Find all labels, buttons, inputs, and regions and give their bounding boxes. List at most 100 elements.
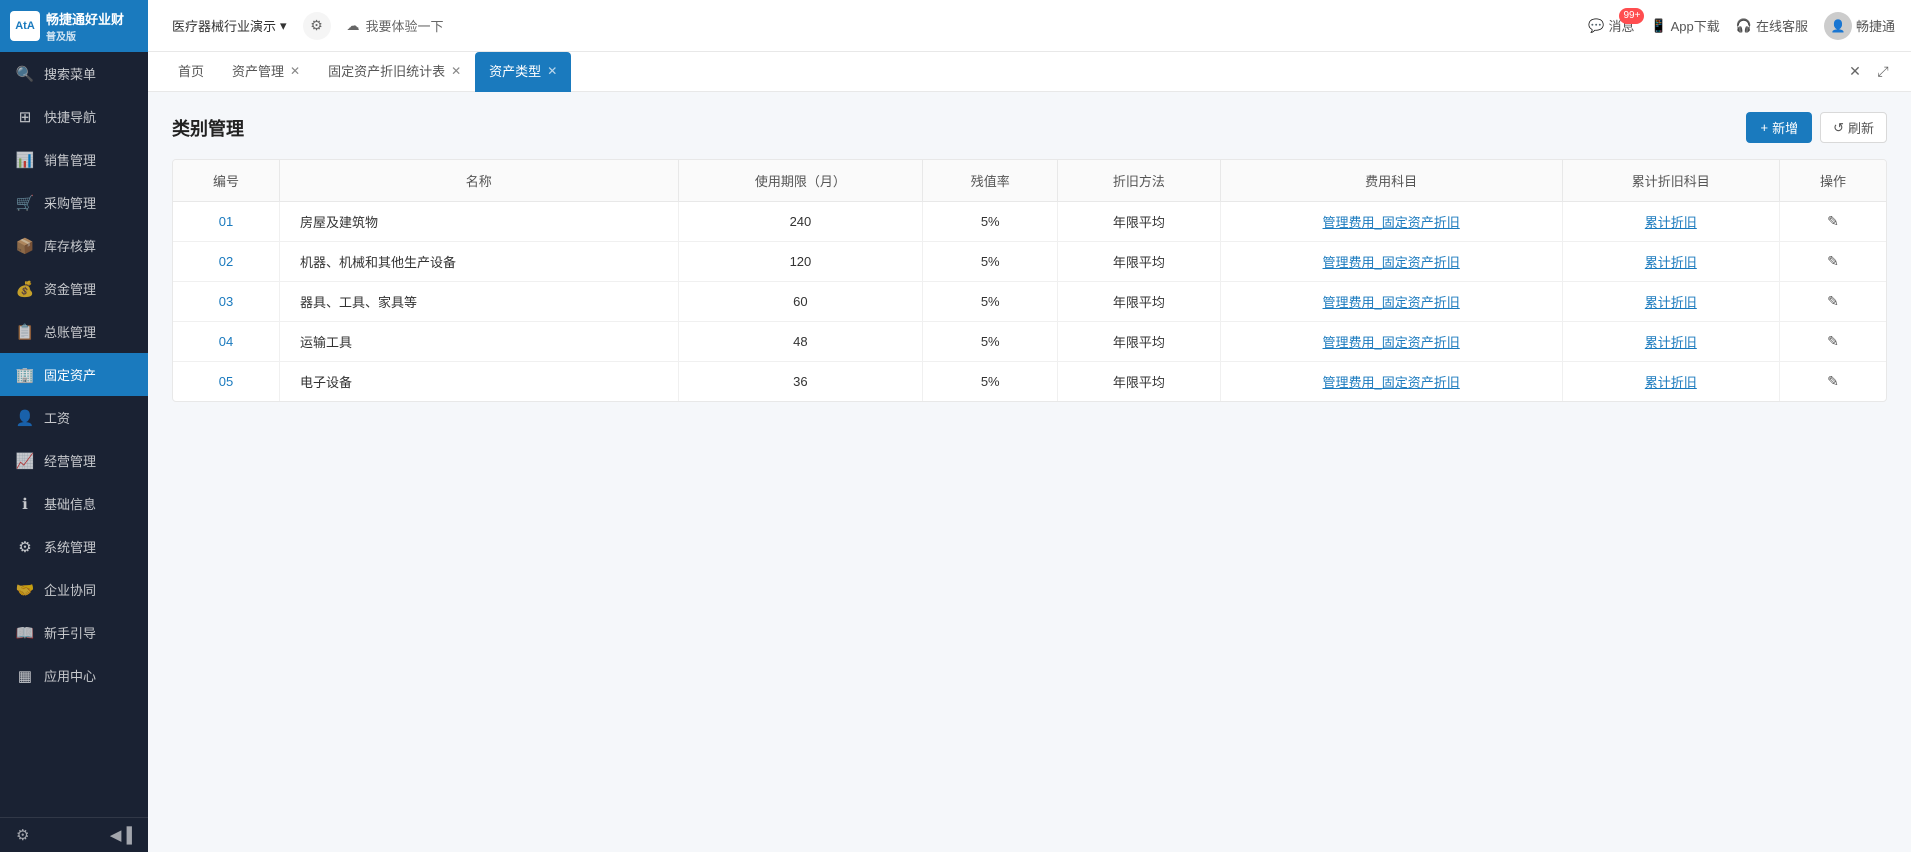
tab-label: 首页 — [178, 61, 204, 80]
cell-name: 运输工具 — [280, 322, 679, 362]
settings-gear-button[interactable]: ⚙ — [303, 12, 331, 40]
tab-expand-button[interactable]: ⤢ — [1871, 60, 1895, 84]
tab-home[interactable]: 首页 — [164, 52, 218, 92]
cell-code: 05 — [173, 362, 280, 402]
basic-info-icon: ℹ — [16, 495, 34, 513]
experience-label: 我要体验一下 — [366, 16, 444, 35]
sidebar-item-ledger[interactable]: 📋 总账管理 — [0, 310, 148, 353]
edit-icon[interactable]: ✎ — [1827, 253, 1839, 269]
cell-accu-account[interactable]: 累计折旧 — [1562, 242, 1779, 282]
logo-icon: AtA — [10, 11, 40, 41]
table-row: 05电子设备365%年限平均管理费用_固定资产折旧累计折旧✎ — [173, 362, 1886, 402]
cell-expense-account[interactable]: 管理费用_固定资产折旧 — [1220, 282, 1562, 322]
sales-icon: 📊 — [16, 151, 34, 169]
payroll-icon: 👤 — [16, 409, 34, 427]
cell-method: 年限平均 — [1058, 242, 1220, 282]
app-download-label: App下载 — [1671, 16, 1720, 35]
refresh-icon: ↺ — [1833, 120, 1844, 136]
sidebar-item-system[interactable]: ⚙ 系统管理 — [0, 525, 148, 568]
sidebar-item-label: 采购管理 — [44, 193, 96, 212]
sidebar-item-label: 基础信息 — [44, 494, 96, 513]
sidebar-item-label: 销售管理 — [44, 150, 96, 169]
sidebar-item-label: 快捷导航 — [44, 107, 96, 126]
tab-close-depreciation-table[interactable]: ✕ — [451, 65, 461, 77]
col-header: 名称 — [280, 160, 679, 202]
cell-name: 电子设备 — [280, 362, 679, 402]
sidebar-item-inventory[interactable]: 📦 库存核算 — [0, 224, 148, 267]
sidebar-item-purchase[interactable]: 🛒 采购管理 — [0, 181, 148, 224]
quick-nav-icon: ⊞ — [16, 108, 34, 126]
sidebar-item-operations[interactable]: 📈 经营管理 — [0, 439, 148, 482]
notification-icon: 💬 — [1588, 18, 1604, 34]
app-download-button[interactable]: 📱 App下载 — [1650, 16, 1719, 35]
settings-icon[interactable]: ⚙ — [16, 826, 29, 844]
cloud-icon: ☁ — [347, 18, 360, 34]
cell-action[interactable]: ✎ — [1779, 362, 1886, 402]
topbar-right: 💬 消息 99+ 📱 App下载 🎧 在线客服 👤 畅捷通 — [1588, 12, 1895, 40]
cell-expense-account[interactable]: 管理费用_固定资产折旧 — [1220, 242, 1562, 282]
sidebar-item-label: 资金管理 — [44, 279, 96, 298]
tab-close-asset-type[interactable]: ✕ — [547, 65, 557, 77]
sidebar-item-search[interactable]: 🔍 搜索菜单 — [0, 52, 148, 95]
user-menu[interactable]: 👤 畅捷通 — [1824, 12, 1895, 40]
sidebar-item-app-center[interactable]: ▦ 应用中心 — [0, 654, 148, 697]
operations-icon: 📈 — [16, 452, 34, 470]
cell-method: 年限平均 — [1058, 362, 1220, 402]
cell-accu-account[interactable]: 累计折旧 — [1562, 322, 1779, 362]
cell-accu-account[interactable]: 累计折旧 — [1562, 202, 1779, 242]
tab-label: 资产管理 — [232, 61, 284, 80]
tab-label: 资产类型 — [489, 61, 541, 80]
cell-action[interactable]: ✎ — [1779, 202, 1886, 242]
col-header: 编号 — [173, 160, 280, 202]
cell-expense-account[interactable]: 管理费用_固定资产折旧 — [1220, 322, 1562, 362]
sidebar-item-payroll[interactable]: 👤 工资 — [0, 396, 148, 439]
cell-expense-account[interactable]: 管理费用_固定资产折旧 — [1220, 362, 1562, 402]
refresh-button-label: 刷新 — [1848, 118, 1874, 137]
online-service-button[interactable]: 🎧 在线客服 — [1736, 16, 1808, 35]
cell-action[interactable]: ✎ — [1779, 242, 1886, 282]
experience-button[interactable]: ☁ 我要体验一下 — [339, 12, 452, 39]
tab-asset-type[interactable]: 资产类型 ✕ — [475, 52, 571, 92]
collapse-icon[interactable]: ◀▐ — [110, 826, 132, 844]
sidebar-item-finance[interactable]: 💰 资金管理 — [0, 267, 148, 310]
online-service-label: 在线客服 — [1756, 16, 1808, 35]
refresh-button[interactable]: ↺ 刷新 — [1820, 112, 1887, 143]
col-header: 折旧方法 — [1058, 160, 1220, 202]
cell-period: 48 — [678, 322, 923, 362]
page-actions: + 新增 ↺ 刷新 — [1746, 112, 1887, 143]
cell-residual-rate: 5% — [923, 242, 1058, 282]
system-icon: ⚙ — [16, 538, 34, 556]
edit-icon[interactable]: ✎ — [1827, 373, 1839, 389]
sidebar-item-guide[interactable]: 📖 新手引导 — [0, 611, 148, 654]
company-selector[interactable]: 医疗器械行业演示 ▾ — [164, 12, 295, 39]
cell-accu-account[interactable]: 累计折旧 — [1562, 362, 1779, 402]
sidebar-item-label: 应用中心 — [44, 666, 96, 685]
sidebar-item-basic-info[interactable]: ℹ 基础信息 — [0, 482, 148, 525]
edit-icon[interactable]: ✎ — [1827, 213, 1839, 229]
sidebar-scroll: 🔍 搜索菜单 ⊞ 快捷导航 📊 销售管理 🛒 采购管理 📦 库存核算 💰 资金管… — [0, 52, 148, 817]
col-header: 费用科目 — [1220, 160, 1562, 202]
tab-close-button[interactable]: ✕ — [1843, 60, 1867, 84]
sidebar-item-sales[interactable]: 📊 销售管理 — [0, 138, 148, 181]
new-button[interactable]: + 新增 — [1746, 112, 1812, 143]
ledger-icon: 📋 — [16, 323, 34, 341]
main-content: 医疗器械行业演示 ▾ ⚙ ☁ 我要体验一下 💬 消息 99+ 📱 App下载 🎧… — [148, 0, 1911, 852]
cell-action[interactable]: ✎ — [1779, 282, 1886, 322]
user-avatar: 👤 — [1824, 12, 1852, 40]
sidebar-item-quick-nav[interactable]: ⊞ 快捷导航 — [0, 95, 148, 138]
tab-asset-mgmt[interactable]: 资产管理 ✕ — [218, 52, 314, 92]
tab-depreciation-table[interactable]: 固定资产折旧统计表✕ — [314, 52, 475, 92]
sidebar-item-label: 搜索菜单 — [44, 64, 96, 83]
edit-icon[interactable]: ✎ — [1827, 293, 1839, 309]
cell-name: 器具、工具、家具等 — [280, 282, 679, 322]
cell-action[interactable]: ✎ — [1779, 322, 1886, 362]
cell-expense-account[interactable]: 管理费用_固定资产折旧 — [1220, 202, 1562, 242]
sidebar-item-fixed-assets[interactable]: 🏢 固定资产 — [0, 353, 148, 396]
notification-button[interactable]: 💬 消息 99+ — [1588, 16, 1634, 35]
cell-residual-rate: 5% — [923, 202, 1058, 242]
edit-icon[interactable]: ✎ — [1827, 333, 1839, 349]
cell-accu-account[interactable]: 累计折旧 — [1562, 282, 1779, 322]
sidebar-item-enterprise[interactable]: 🤝 企业协同 — [0, 568, 148, 611]
cell-method: 年限平均 — [1058, 282, 1220, 322]
tab-close-asset-mgmt[interactable]: ✕ — [290, 65, 300, 77]
